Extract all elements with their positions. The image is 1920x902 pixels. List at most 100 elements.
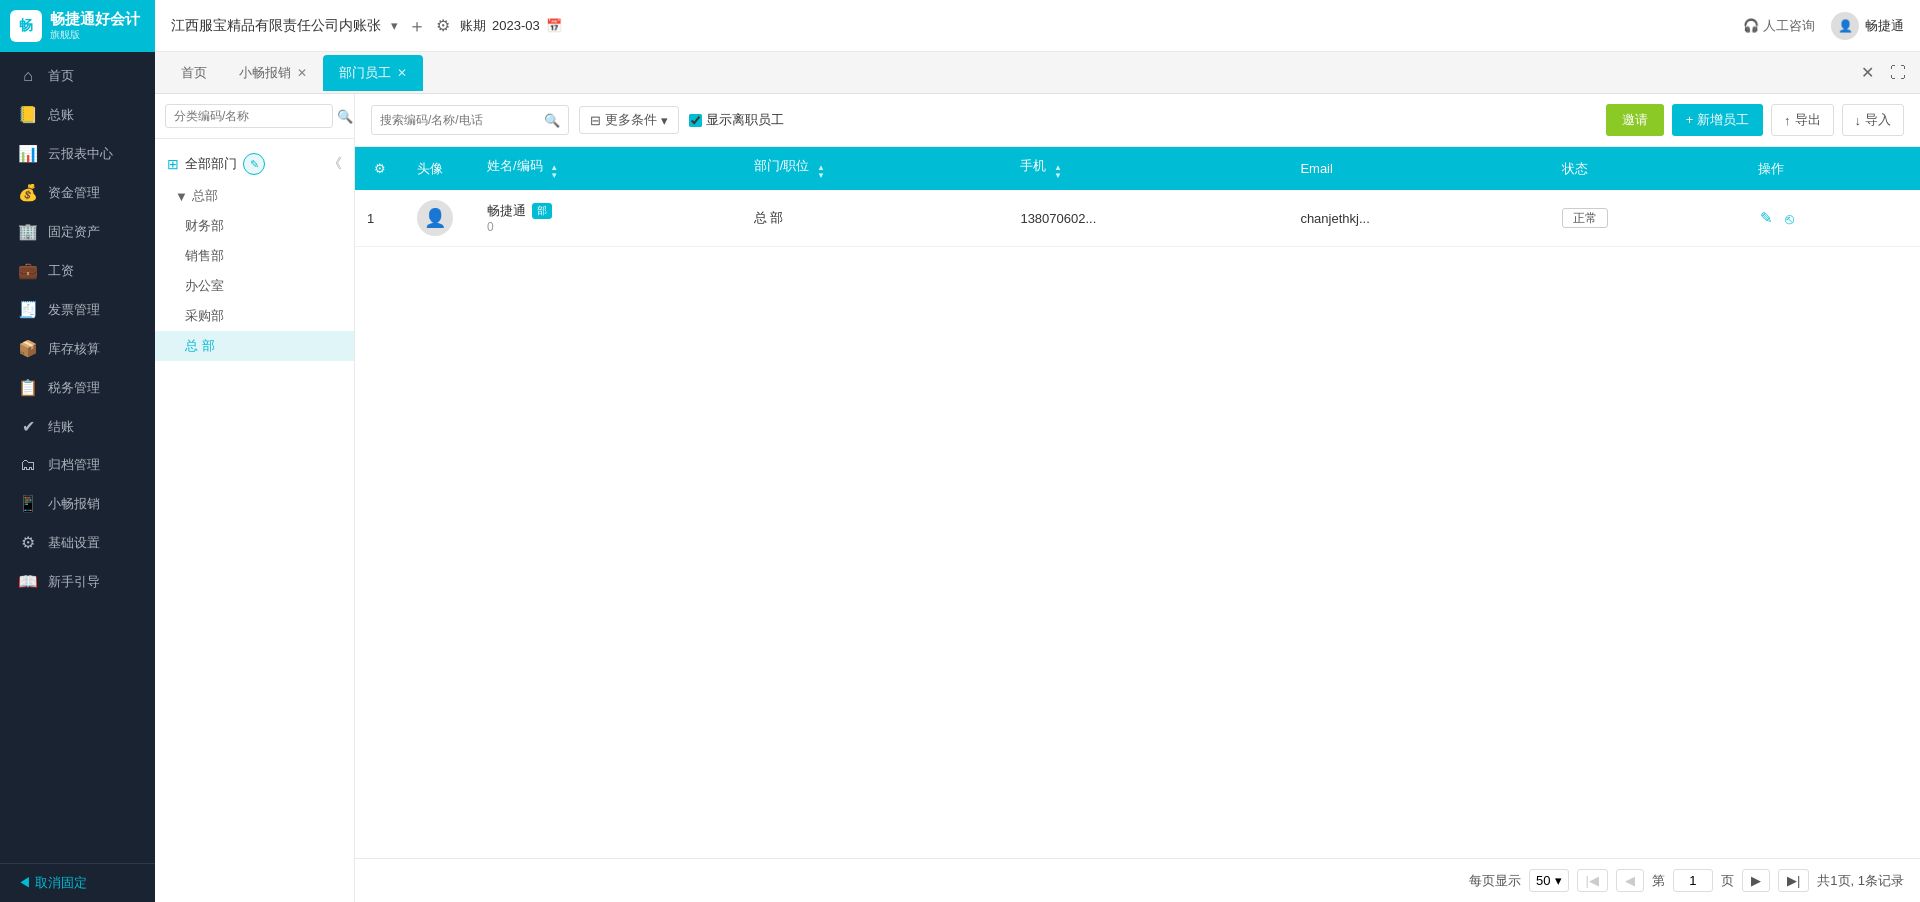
dept-item-sales[interactable]: 销售部 [155,241,354,271]
logout-employee-button[interactable]: ⎋ [1783,208,1796,229]
dept-sort-icon[interactable]: ▲▼ [817,164,825,180]
filter-icon: ⊟ [590,113,601,128]
dept-collapse-icon[interactable]: 《 [328,155,342,173]
sidebar-label-expense: 小畅报销 [48,495,100,513]
dept-item-finance[interactable]: 财务部 [155,211,354,241]
employee-search-icon[interactable]: 🔍 [544,113,560,128]
dept-search-input[interactable] [165,104,333,128]
inventory-icon: 📦 [18,339,38,358]
app-logo-icon: 畅 [10,10,42,42]
sidebar-label-archive: 归档管理 [48,456,100,474]
col-phone-label: 手机 [1020,158,1046,173]
employee-search-box: 🔍 [371,105,569,135]
next-page-button[interactable]: ▶ [1742,869,1770,892]
ledger-icon: 📒 [18,105,38,124]
first-page-button[interactable]: |◀ [1577,869,1608,892]
user-menu[interactable]: 👤 畅捷通 [1831,12,1904,40]
company-dropdown-icon[interactable]: ▾ [391,18,398,33]
prev-page-button[interactable]: ◀ [1616,869,1644,892]
phone-sort-icon[interactable]: ▲▼ [1054,164,1062,180]
table-header-row: ⚙ 头像 姓名/编码 ▲▼ 部门/职位 ▲▼ 手机 [355,147,1920,190]
sidebar-item-close[interactable]: ✔ 结账 [0,407,155,446]
main-area: 江西服宝精品有限责任公司内账张 ▾ ＋ ⚙ 账期 2023-03 📅 🎧 人工咨… [155,0,1920,902]
tab-home-label: 首页 [181,64,207,82]
col-dept[interactable]: 部门/职位 ▲▼ [742,147,1009,190]
tab-expand-button[interactable]: ⛶ [1886,59,1910,86]
tab-close-all-button[interactable]: ✕ [1857,59,1878,86]
dept-item-general[interactable]: 总 部 [155,331,354,361]
row-action-cell: ✎ ⎋ [1746,190,1920,247]
add-company-icon[interactable]: ＋ [408,14,426,38]
sidebar-label-assets: 固定资产 [48,223,100,241]
filter-button[interactable]: ⊟ 更多条件 ▾ [579,106,679,134]
sidebar-header: 畅 畅捷通好会计 旗舰版 [0,0,155,52]
col-dept-label: 部门/职位 [754,158,810,173]
status-badge: 正常 [1562,208,1608,228]
sidebar-item-expense[interactable]: 📱 小畅报销 [0,484,155,523]
tabs-bar: 首页 小畅报销 ✕ 部门员工 ✕ ✕ ⛶ [155,52,1920,94]
sidebar-pin-toggle[interactable]: ◀ 取消固定 [0,863,155,902]
sidebar-label-invoice: 发票管理 [48,301,100,319]
filter-dropdown-icon: ▾ [661,113,668,128]
invoice-icon: 🧾 [18,300,38,319]
dept-item-office[interactable]: 办公室 [155,271,354,301]
show-resigned-checkbox[interactable]: 显示离职员工 [689,111,784,129]
page-number-input[interactable] [1673,869,1713,892]
add-employee-button[interactable]: + 新增员工 [1672,104,1763,136]
support-button[interactable]: 🎧 人工咨询 [1743,17,1815,35]
sidebar-item-inventory[interactable]: 📦 库存核算 [0,329,155,368]
sidebar-item-salary[interactable]: 💼 工资 [0,251,155,290]
tab-expense-close-icon[interactable]: ✕ [297,66,307,80]
dept-search-icon[interactable]: 🔍 [337,109,353,124]
col-action: 操作 [1746,147,1920,190]
sidebar-item-settings[interactable]: ⚙ 基础设置 [0,523,155,562]
dept-edit-badge[interactable]: ✎ [243,153,265,175]
grid-icon: ⊞ [167,156,179,172]
tab-employees[interactable]: 部门员工 ✕ [323,55,423,91]
left-panel: 🔍 ⊞ 全部部门 ✎ 《 ▼ 总部 财务部 销售部 办公室 采购 [155,94,355,902]
sidebar-item-reports[interactable]: 📊 云报表中心 [0,134,155,173]
all-departments-item[interactable]: ⊞ 全部部门 ✎ 《 [155,147,354,181]
invite-button[interactable]: 邀请 [1606,104,1664,136]
last-page-button[interactable]: ▶| [1778,869,1809,892]
sidebar-item-tax[interactable]: 📋 税务管理 [0,368,155,407]
total-info: 共1页, 1条记录 [1817,872,1904,890]
sidebar-item-archive[interactable]: 🗂 归档管理 [0,446,155,484]
dept-item-procurement[interactable]: 采购部 [155,301,354,331]
company-name: 江西服宝精品有限责任公司内账张 [171,17,381,35]
name-sort-icon[interactable]: ▲▼ [550,164,558,180]
per-page-select[interactable]: 50 ▾ [1529,869,1568,892]
all-dept-label: 全部部门 [185,155,237,173]
dept-arrow-icon: ▼ [175,189,188,204]
dept-parent-head[interactable]: ▼ 总部 [155,181,354,211]
col-name[interactable]: 姓名/编码 ▲▼ [475,147,742,190]
gear-icon[interactable]: ⚙ [436,16,450,35]
pagination-bar: 每页显示 50 ▾ |◀ ◀ 第 页 ▶ ▶| 共1页, 1条记录 [355,858,1920,902]
avatar: 👤 [1831,12,1859,40]
tab-home[interactable]: 首页 [165,55,223,91]
tab-expense[interactable]: 小畅报销 ✕ [223,55,323,91]
col-phone[interactable]: 手机 ▲▼ [1008,147,1288,190]
employee-search-input[interactable] [380,113,540,127]
assets-icon: 🏢 [18,222,38,241]
dept-group-head: ▼ 总部 财务部 销售部 办公室 采购部 总 部 [155,181,354,361]
sidebar-item-ledger[interactable]: 📒 总账 [0,95,155,134]
sidebar-item-home[interactable]: ⌂ 首页 [0,57,155,95]
col-gear[interactable]: ⚙ [355,147,405,190]
close-period-icon: ✔ [18,417,38,436]
show-resigned-input[interactable] [689,114,702,127]
user-name: 畅捷通 [1865,17,1904,35]
sidebar-item-invoice[interactable]: 🧾 发票管理 [0,290,155,329]
edit-employee-button[interactable]: ✎ [1758,207,1775,229]
app-title: 畅捷通好会计 [50,10,140,28]
tab-employees-close-icon[interactable]: ✕ [397,66,407,80]
sidebar-item-guide[interactable]: 📖 新手引导 [0,562,155,601]
import-button[interactable]: ↓ 导入 [1842,104,1905,136]
sidebar-item-funds[interactable]: 💰 资金管理 [0,173,155,212]
sidebar-label-reports: 云报表中心 [48,145,113,163]
period-selector[interactable]: 账期 2023-03 📅 [460,17,562,35]
sidebar-label-close: 结账 [48,418,74,436]
support-label: 人工咨询 [1763,17,1815,35]
sidebar-item-assets[interactable]: 🏢 固定资产 [0,212,155,251]
export-button[interactable]: ↑ 导出 [1771,104,1834,136]
